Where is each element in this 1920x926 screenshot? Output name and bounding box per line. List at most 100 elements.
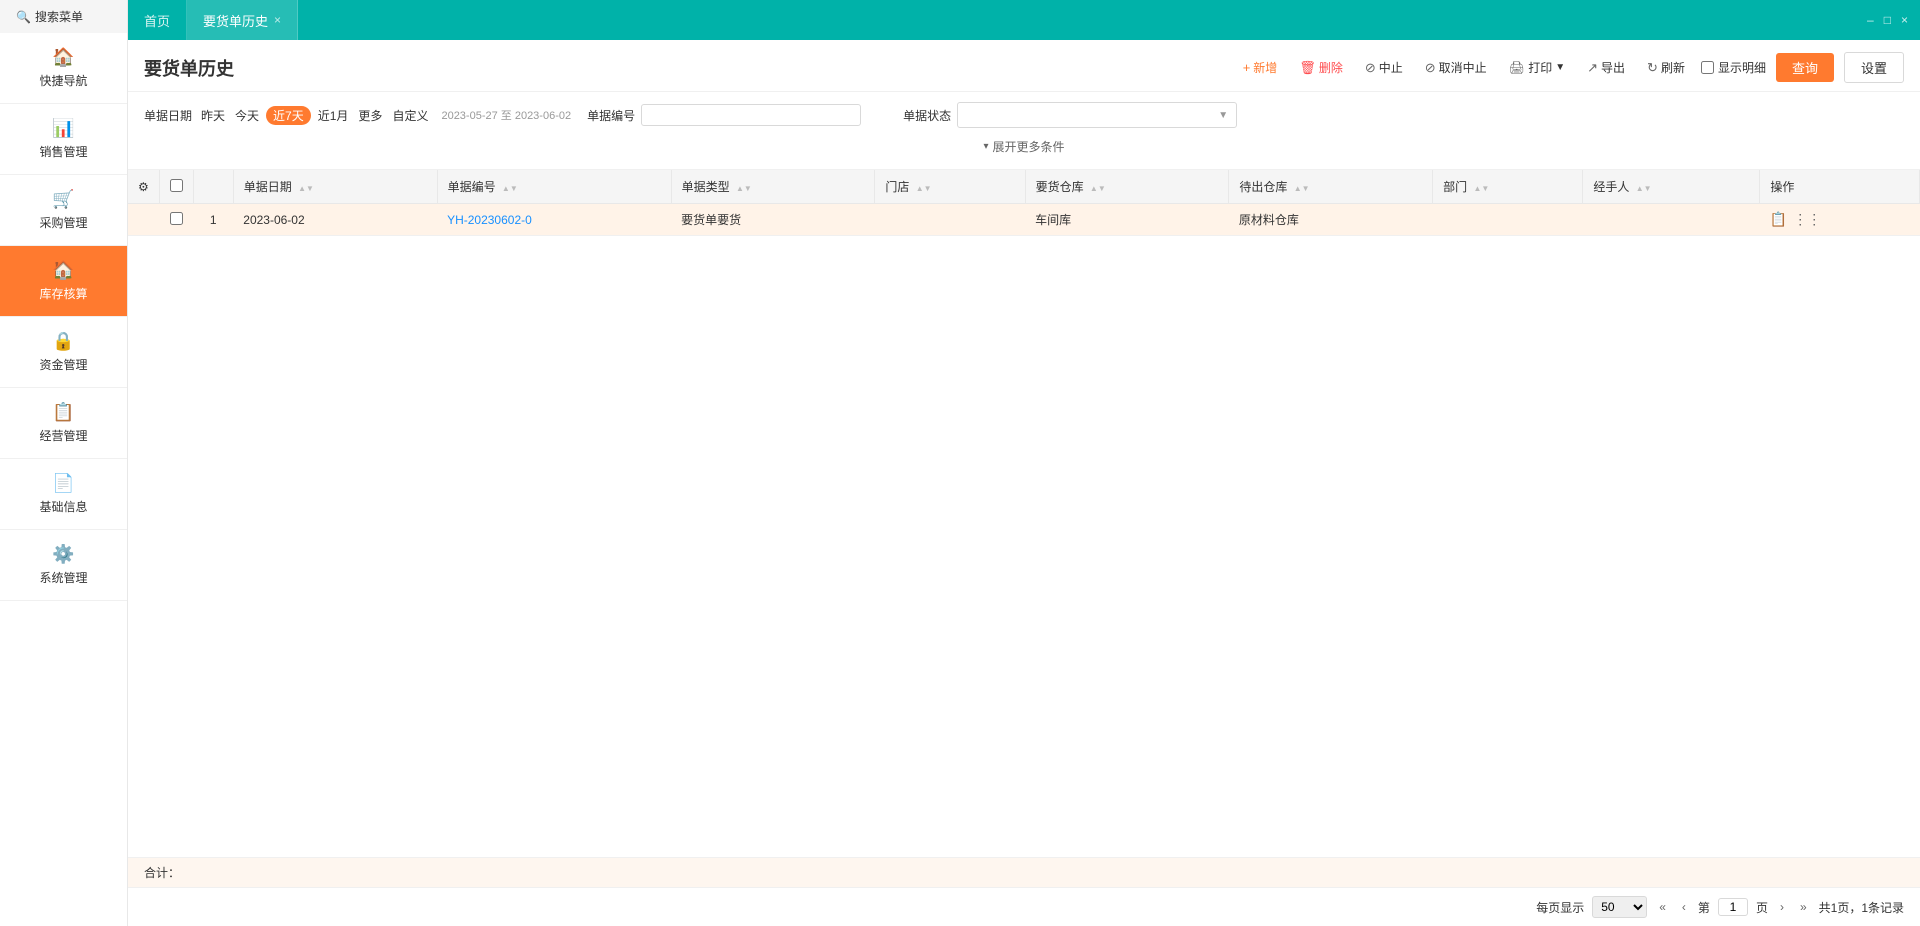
th-bill-no[interactable]: 单据编号 ▲▼ (437, 170, 671, 204)
print-icon: 🖨 (1509, 60, 1526, 76)
row-bill-type: 要货单要货 (671, 204, 875, 236)
th-pending-warehouse[interactable]: 待出仓库 ▲▼ (1229, 170, 1433, 204)
date-btn-yesterday[interactable]: 昨天 (198, 106, 228, 125)
per-page-label: 每页显示 (1536, 899, 1584, 916)
row-pending-warehouse: 原材料仓库 (1229, 204, 1433, 236)
page-header: 要货单历史 + 新增 🗑 删除 ⊘ 中止 ⊘ 取消中止 (128, 40, 1920, 92)
row-edit-icon[interactable]: 📋 (1770, 211, 1787, 228)
filter-row-1: 单据日期 昨天 今天 近7天 近1月 更多 自定义 2023-05-27 至 2… (144, 102, 1904, 128)
row-settings (128, 204, 159, 236)
th-checkbox[interactable] (159, 170, 193, 204)
cancel-stop-button[interactable]: ⊘ 取消中止 (1419, 55, 1493, 80)
row-actions: 📋 ⋮⋮ (1770, 211, 1910, 228)
th-date[interactable]: 单据日期 ▲▼ (233, 170, 437, 204)
total-records: 共1页，1条记录 (1819, 899, 1904, 916)
row-bill-no[interactable]: YH-20230602-0 (437, 204, 671, 236)
page-last-icon[interactable]: » (1796, 899, 1811, 915)
row-date: 2023-06-02 (233, 204, 437, 236)
th-department[interactable]: 部门 ▲▼ (1433, 170, 1583, 204)
row-checkbox[interactable] (170, 212, 183, 225)
sort-store-icon: ▲▼ (916, 185, 932, 193)
row-req-warehouse: 车间库 (1025, 204, 1229, 236)
sort-date-icon: ▲▼ (298, 185, 314, 193)
add-button[interactable]: + 新增 (1237, 55, 1284, 80)
display-detail-toggle[interactable]: 显示明细 (1701, 59, 1766, 76)
refresh-icon: ↻ (1647, 60, 1658, 76)
sidebar-item-basic[interactable]: 📄 基础信息 (0, 459, 127, 530)
bill-no-filter-group: 单据编号 (587, 104, 887, 126)
tab-close-icon[interactable]: × (274, 13, 281, 27)
sidebar-item-purchase[interactable]: 🛒 采购管理 (0, 175, 127, 246)
page-first-icon[interactable]: « (1655, 899, 1670, 915)
maximize-icon[interactable]: □ (1884, 13, 1891, 27)
content-area: 要货单历史 + 新增 🗑 删除 ⊘ 中止 ⊘ 取消中止 (128, 40, 1920, 926)
minimize-icon[interactable]: – (1867, 13, 1874, 27)
date-btn-more[interactable]: 更多 (355, 106, 385, 125)
sidebar-item-inventory[interactable]: 🏠 库存核算 (0, 246, 127, 317)
expand-button[interactable]: ▾ 展开更多条件 (971, 134, 1076, 159)
sidebar-item-quicknav[interactable]: 🏠 快捷导航 (0, 33, 127, 104)
print-arrow-icon: ▼ (1555, 62, 1565, 73)
stop-icon: ⊘ (1365, 60, 1376, 76)
select-all-checkbox[interactable] (170, 179, 183, 192)
date-btn-1month[interactable]: 近1月 (315, 106, 352, 125)
page-title: 要货单历史 (144, 55, 234, 81)
export-icon: ↗ (1587, 60, 1598, 76)
row-checkbox-cell[interactable] (159, 204, 193, 236)
th-handler[interactable]: 经手人 ▲▼ (1583, 170, 1760, 204)
filter-area: 单据日期 昨天 今天 近7天 近1月 更多 自定义 2023-05-27 至 2… (128, 92, 1920, 170)
tab-requisition-history[interactable]: 要货单历史 × (187, 0, 298, 40)
pagination: 每页显示 50 20 100 « ‹ 第 页 › » 共1页，1条记录 (128, 887, 1920, 926)
date-btn-7days[interactable]: 近7天 (266, 106, 311, 125)
sidebar-item-finance[interactable]: 🔒 资金管理 (0, 317, 127, 388)
sidebar-item-system[interactable]: ⚙️ 系统管理 (0, 530, 127, 601)
date-btn-today[interactable]: 今天 (232, 106, 262, 125)
print-button[interactable]: 🖨 打印 ▼ (1503, 55, 1571, 80)
toolbar: + 新增 🗑 删除 ⊘ 中止 ⊘ 取消中止 🖨 打印 (1237, 52, 1904, 83)
home-icon: 🏠 (52, 47, 74, 68)
per-page-select[interactable]: 50 20 100 (1592, 896, 1647, 918)
row-actions-cell: 📋 ⋮⋮ (1760, 204, 1920, 236)
display-detail-checkbox[interactable] (1701, 61, 1714, 74)
bill-no-input[interactable] (641, 104, 861, 126)
row-more-icon[interactable]: ⋮⋮ (1793, 211, 1821, 228)
expand-row: ▾ 展开更多条件 (144, 134, 1904, 159)
add-icon: + (1243, 60, 1251, 75)
sort-dept-icon: ▲▼ (1474, 185, 1490, 193)
page-suffix: 页 (1756, 899, 1768, 916)
th-store[interactable]: 门店 ▲▼ (875, 170, 1025, 204)
settings-button[interactable]: 设置 (1844, 52, 1904, 83)
date-btn-custom[interactable]: 自定义 (389, 106, 431, 125)
inventory-icon: 🏠 (52, 260, 74, 281)
th-req-warehouse[interactable]: 要货仓库 ▲▼ (1025, 170, 1229, 204)
delete-button[interactable]: 🗑 删除 (1293, 55, 1349, 80)
th-bill-type[interactable]: 单据类型 ▲▼ (671, 170, 875, 204)
page-next-icon[interactable]: › (1776, 899, 1788, 915)
expand-arrow-icon: ▾ (983, 141, 988, 152)
footer-total-label: 合计： (144, 866, 180, 880)
bill-no-label: 单据编号 (587, 107, 635, 124)
page-prev-icon[interactable]: ‹ (1678, 899, 1690, 915)
date-filter-group: 单据日期 昨天 今天 近7天 近1月 更多 自定义 2023-05-27 至 2… (144, 106, 571, 125)
table-row: 1 2023-06-02 YH-20230602-0 要货单要货 车间库 原材料… (128, 204, 1920, 236)
stop-button[interactable]: ⊘ 中止 (1359, 55, 1409, 80)
status-select[interactable]: ▼ (957, 102, 1237, 128)
close-window-icon[interactable]: × (1901, 13, 1908, 27)
export-button[interactable]: ↗ 导出 (1581, 55, 1631, 80)
sidebar-item-search[interactable]: 🔍 搜索菜单 (0, 0, 127, 33)
th-num (193, 170, 233, 204)
status-filter-group: 单据状态 ▼ (903, 102, 1237, 128)
sidebar: 🔍 搜索菜单 🏠 快捷导航 📊 销售管理 🛒 采购管理 🏠 库存核算 🔒 资金管… (0, 0, 128, 926)
page-number-input[interactable] (1718, 898, 1748, 916)
refresh-button[interactable]: ↻ 刷新 (1641, 55, 1691, 80)
chart-icon: 📊 (52, 118, 74, 139)
status-select-arrow: ▼ (1218, 110, 1228, 121)
sidebar-item-sales[interactable]: 📊 销售管理 (0, 104, 127, 175)
sidebar-item-operation[interactable]: 📋 经营管理 (0, 388, 127, 459)
th-settings[interactable]: ⚙ (128, 170, 159, 204)
sort-billno-icon: ▲▼ (502, 185, 518, 193)
query-button[interactable]: 查询 (1776, 53, 1834, 82)
cancel-stop-icon: ⊘ (1425, 60, 1436, 76)
tab-home[interactable]: 首页 (128, 0, 187, 40)
date-filter-buttons: 昨天 今天 近7天 近1月 更多 自定义 (198, 106, 431, 125)
